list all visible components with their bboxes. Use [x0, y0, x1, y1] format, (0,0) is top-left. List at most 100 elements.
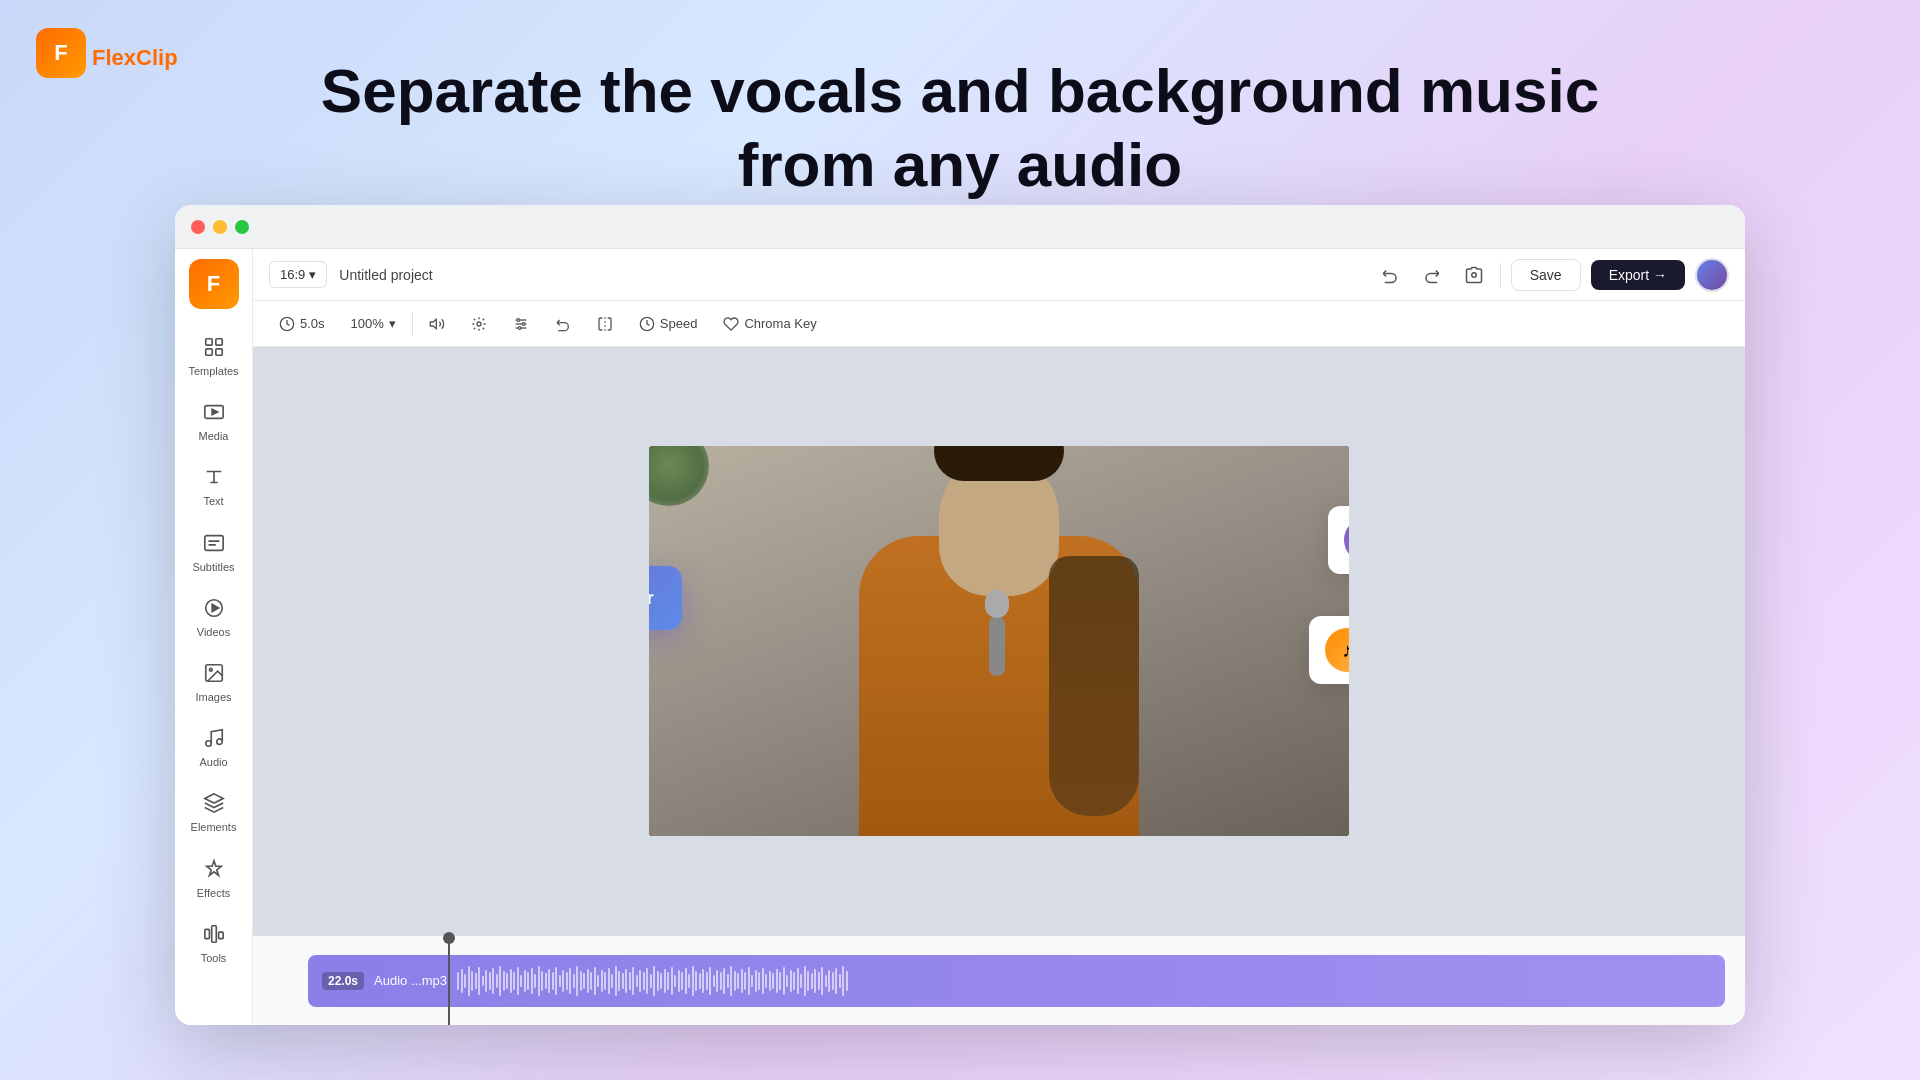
sidebar-item-text[interactable]: Text [180, 455, 248, 516]
toolbar-divider [1500, 263, 1501, 287]
vocal-audio-card: 🎙 Vocal.mp3 [1328, 506, 1349, 574]
sidebar-label-elements: Elements [191, 821, 237, 834]
headline-line2: from any audio [738, 130, 1182, 199]
reset-tool[interactable] [545, 311, 581, 337]
duration-display: 5.0s [269, 311, 335, 337]
sidebar-logo-letter: F [207, 271, 220, 297]
vocal-audio-icon: 🎙 [1344, 518, 1349, 562]
sidebar-item-audio[interactable]: Audio [180, 716, 248, 777]
svg-marker-5 [212, 409, 218, 415]
vocal-remover-label: Vocal Remover [649, 588, 654, 609]
timeline-area: 22.0s Audio ...mp3 [253, 935, 1745, 1025]
aspect-ratio-label: 16:9 [280, 267, 305, 282]
track-name: Audio ...mp3 [374, 973, 447, 988]
secondary-divider [412, 312, 413, 336]
user-avatar[interactable] [1695, 258, 1729, 292]
adjust-tool[interactable] [503, 311, 539, 337]
app-window: F Templates Media [175, 205, 1745, 1025]
sidebar-label-subtitles: Subtitles [192, 561, 234, 574]
text-icon [200, 463, 228, 491]
secondary-toolbar: 5.0s 100% ▾ [253, 301, 1745, 347]
sidebar-label-media: Media [199, 430, 229, 443]
close-button[interactable] [191, 220, 205, 234]
aspect-ratio-button[interactable]: 16:9 ▾ [269, 261, 327, 288]
svg-rect-0 [205, 339, 211, 345]
svg-rect-15 [218, 932, 223, 938]
svg-rect-14 [211, 925, 216, 942]
timeline-playhead [448, 936, 450, 1025]
svg-rect-13 [204, 929, 209, 938]
svg-point-12 [216, 739, 222, 745]
vocal-remover-button[interactable]: 🎙 Vocal Remover [649, 566, 682, 630]
subtitles-icon [200, 529, 228, 557]
sidebar-item-elements[interactable]: Elements [180, 781, 248, 842]
sidebar-label-tools: Tools [201, 952, 227, 965]
sidebar-item-media[interactable]: Media [180, 390, 248, 451]
screenshot-button[interactable] [1458, 259, 1490, 291]
sidebar-label-text: Text [203, 495, 223, 508]
chromakey-tool[interactable]: Chroma Key [713, 311, 826, 337]
top-toolbar: 16:9 ▾ Untitled project [253, 249, 1745, 301]
zoom-value: 100% [351, 316, 384, 331]
canvas-and-timeline: 🎙 Vocal Remover ↖ 🎙 Vocal.mp3 [253, 347, 1745, 1025]
zoom-control[interactable]: 100% ▾ [341, 311, 406, 336]
app-body: F Templates Media [175, 249, 1745, 1025]
title-bar [175, 205, 1745, 249]
audio-timeline-track[interactable]: 22.0s Audio ...mp3 [308, 955, 1725, 1007]
svg-marker-18 [430, 319, 436, 328]
speed-tool[interactable]: Speed [629, 311, 708, 337]
sidebar-label-templates: Templates [188, 365, 238, 378]
toolbar-actions: Save Export → [1374, 258, 1729, 292]
sidebar-label-effects: Effects [197, 887, 230, 900]
export-button[interactable]: Export → [1591, 260, 1685, 290]
svg-point-23 [517, 318, 520, 321]
sidebar-item-tools[interactable]: Tools [180, 912, 248, 973]
templates-icon [200, 333, 228, 361]
sidebar-label-videos: Videos [197, 626, 230, 639]
elements-icon [200, 789, 228, 817]
video-canvas: 🎙 Vocal Remover ↖ 🎙 Vocal.mp3 [649, 446, 1349, 836]
color-tool[interactable] [461, 311, 497, 337]
track-time: 22.0s [322, 972, 364, 990]
tools-icon [200, 920, 228, 948]
bgm-audio-card: ♪ BGM.mp3 [1309, 616, 1349, 684]
video-inner [649, 446, 1349, 836]
sidebar-label-images: Images [195, 691, 231, 704]
sidebar: F Templates Media [175, 249, 253, 1025]
headline-line1: Separate the vocals and background music [321, 56, 1599, 125]
sidebar-label-audio: Audio [199, 756, 227, 769]
sidebar-item-subtitles[interactable]: Subtitles [180, 521, 248, 582]
undo-button[interactable] [1374, 259, 1406, 291]
chromakey-label: Chroma Key [744, 316, 816, 331]
minimize-button[interactable] [213, 220, 227, 234]
svg-rect-6 [204, 535, 222, 550]
maximize-button[interactable] [235, 220, 249, 234]
svg-marker-8 [212, 604, 218, 611]
media-icon [200, 398, 228, 426]
sidebar-item-videos[interactable]: Videos [180, 586, 248, 647]
effects-icon [200, 855, 228, 883]
svg-point-11 [205, 741, 211, 747]
duration-value: 5.0s [300, 316, 325, 331]
sidebar-logo: F [189, 259, 239, 309]
bgm-audio-icon: ♪ [1325, 628, 1349, 672]
speed-label: Speed [660, 316, 698, 331]
track-waveform [457, 969, 1711, 993]
svg-point-19 [477, 322, 481, 326]
sidebar-item-images[interactable]: Images [180, 651, 248, 712]
svg-rect-2 [205, 349, 211, 355]
save-button[interactable]: Save [1511, 259, 1581, 291]
aspect-ratio-chevron: ▾ [309, 267, 316, 282]
project-name[interactable]: Untitled project [339, 267, 1361, 283]
flip-tool[interactable] [587, 311, 623, 337]
svg-rect-3 [215, 349, 221, 355]
svg-point-25 [518, 326, 521, 329]
sidebar-item-effects[interactable]: Effects [180, 847, 248, 908]
svg-point-16 [1471, 272, 1476, 277]
redo-button[interactable] [1416, 259, 1448, 291]
audio-icon [200, 724, 228, 752]
volume-tool[interactable] [419, 311, 455, 337]
sidebar-item-templates[interactable]: Templates [180, 325, 248, 386]
images-icon [200, 659, 228, 687]
svg-point-10 [209, 668, 212, 671]
